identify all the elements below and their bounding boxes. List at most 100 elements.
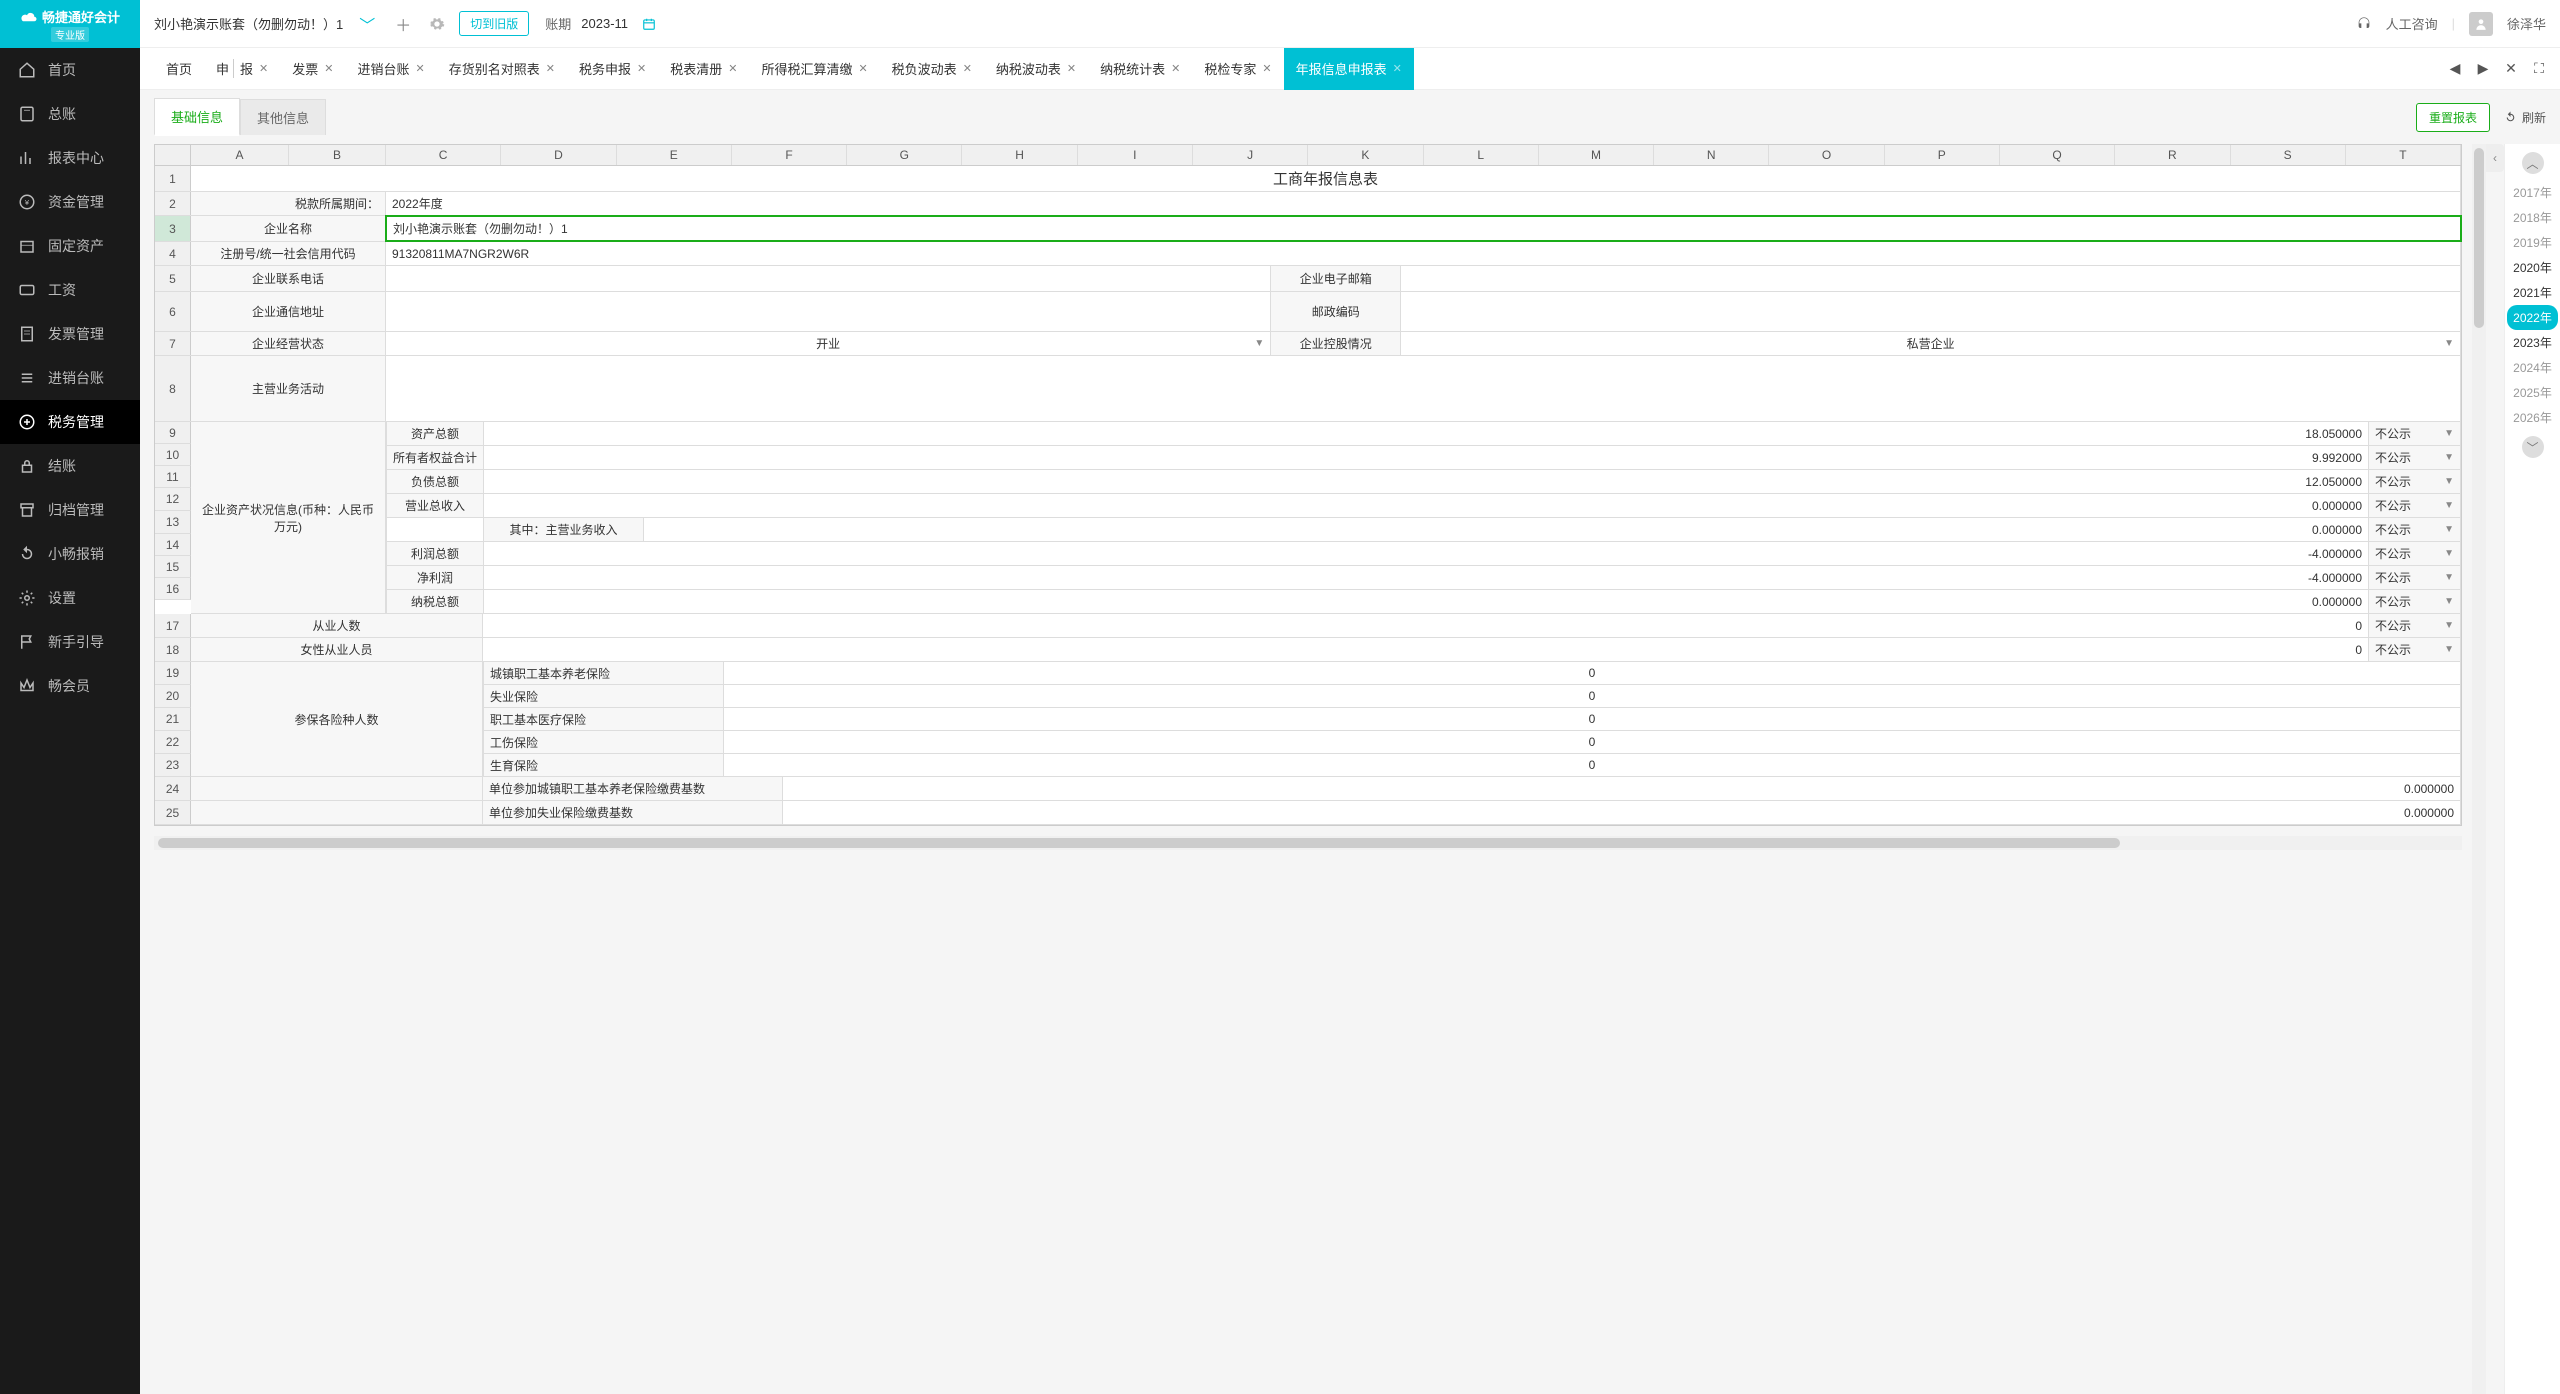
visibility-select[interactable]: 不公示▼: [2369, 542, 2461, 565]
row-header[interactable]: 1: [155, 166, 191, 191]
column-header[interactable]: Q: [2000, 145, 2115, 165]
tab-prev-icon[interactable]: ◀: [2444, 58, 2466, 80]
sidebar-item-report[interactable]: 报表中心: [0, 136, 140, 180]
period-value[interactable]: 2023-11: [581, 16, 628, 31]
visibility-select[interactable]: 不公示▼: [2369, 614, 2461, 637]
year-item[interactable]: 2019年: [2507, 230, 2558, 255]
visibility-select[interactable]: 不公示▼: [2369, 470, 2461, 493]
close-icon[interactable]: ✕: [1067, 62, 1076, 75]
user-name[interactable]: 徐泽华: [2507, 14, 2546, 33]
reset-report-button[interactable]: 重置报表: [2416, 103, 2490, 132]
consult-link[interactable]: 人工咨询: [2386, 14, 2438, 33]
sidebar-item-gl[interactable]: 总账: [0, 92, 140, 136]
row-header[interactable]: 10: [155, 444, 191, 466]
visibility-select[interactable]: 不公示▼: [2369, 590, 2461, 613]
column-header[interactable]: K: [1308, 145, 1423, 165]
close-icon[interactable]: ✕: [416, 62, 425, 75]
sidebar-item-salary[interactable]: 工资: [0, 268, 140, 312]
close-icon[interactable]: ✕: [259, 62, 268, 75]
year-panel-collapse-icon[interactable]: ‹: [2486, 144, 2504, 172]
column-header[interactable]: P: [1885, 145, 2000, 165]
row-header[interactable]: 4: [155, 242, 191, 265]
cell[interactable]: 0.000000: [484, 494, 2369, 517]
column-header[interactable]: D: [501, 145, 616, 165]
year-up-icon[interactable]: ︿: [2522, 152, 2544, 174]
column-header[interactable]: G: [847, 145, 962, 165]
row-header[interactable]: 11: [155, 466, 191, 488]
row-header[interactable]: 12: [155, 488, 191, 511]
close-icon[interactable]: ✕: [546, 62, 555, 75]
row-header[interactable]: 14: [155, 534, 191, 556]
sidebar-item-member[interactable]: 畅会员: [0, 664, 140, 708]
close-icon[interactable]: ✕: [324, 62, 333, 75]
visibility-select[interactable]: 不公示▼: [2369, 566, 2461, 589]
column-header[interactable]: A: [191, 145, 289, 165]
select[interactable]: 私营企业▼: [1401, 332, 2461, 355]
cell[interactable]: [386, 266, 1271, 291]
cell[interactable]: 0: [724, 662, 2461, 684]
column-header[interactable]: T: [2346, 145, 2461, 165]
visibility-select[interactable]: 不公示▼: [2369, 446, 2461, 469]
tab[interactable]: 纳税波动表✕: [984, 48, 1088, 90]
sidebar-item-settings[interactable]: 设置: [0, 576, 140, 620]
cell[interactable]: 18.050000: [484, 422, 2369, 445]
sidebar-item-xc[interactable]: 小畅报销: [0, 532, 140, 576]
row-header[interactable]: 19: [155, 662, 191, 685]
sidebar-item-invoice[interactable]: 发票管理: [0, 312, 140, 356]
row-header[interactable]: 16: [155, 578, 191, 600]
cell[interactable]: [1401, 292, 2461, 331]
year-item[interactable]: 2018年: [2507, 205, 2558, 230]
row-header[interactable]: 18: [155, 638, 191, 661]
horizontal-scrollbar[interactable]: [154, 836, 2462, 850]
cell[interactable]: 0.000000: [783, 777, 2461, 800]
cell[interactable]: 0: [483, 638, 2369, 661]
column-header[interactable]: I: [1078, 145, 1193, 165]
year-item[interactable]: 2023年: [2507, 330, 2558, 355]
gear-icon[interactable]: [425, 12, 449, 36]
column-header[interactable]: J: [1193, 145, 1308, 165]
tab[interactable]: 所得税汇算清缴✕: [749, 48, 879, 90]
account-selector[interactable]: 刘小艳演示账套（勿删勿动！）1: [154, 14, 343, 33]
column-header[interactable]: O: [1769, 145, 1884, 165]
visibility-select[interactable]: 不公示▼: [2369, 638, 2461, 661]
tab[interactable]: 发票✕: [280, 48, 345, 90]
close-icon[interactable]: ✕: [637, 62, 646, 75]
cell[interactable]: [1401, 266, 2461, 291]
cell-selected[interactable]: 刘小艳演示账套（勿删勿动！）1: [385, 215, 2462, 242]
cell[interactable]: -4.000000: [484, 566, 2369, 589]
column-header[interactable]: R: [2115, 145, 2230, 165]
row-header[interactable]: 9: [155, 422, 191, 444]
visibility-select[interactable]: 不公示▼: [2369, 494, 2461, 517]
tab[interactable]: 首页: [154, 48, 204, 90]
row-header[interactable]: 25: [155, 801, 191, 824]
cell[interactable]: 0: [724, 708, 2461, 730]
tab[interactable]: 税负波动表✕: [880, 48, 984, 90]
calendar-icon[interactable]: [638, 13, 660, 35]
column-header[interactable]: C: [386, 145, 501, 165]
close-icon[interactable]: ✕: [858, 62, 867, 75]
switch-old-version-button[interactable]: 切到旧版: [459, 11, 529, 36]
close-icon[interactable]: ✕: [728, 62, 737, 75]
row-header[interactable]: 20: [155, 685, 191, 708]
close-icon[interactable]: ✕: [1393, 62, 1402, 75]
cell[interactable]: 2022年度: [386, 192, 2461, 215]
row-header[interactable]: 2: [155, 192, 191, 215]
cell[interactable]: -4.000000: [484, 542, 2369, 565]
year-item[interactable]: 2021年: [2507, 280, 2558, 305]
tab[interactable]: 进销台账✕: [346, 48, 437, 90]
column-header[interactable]: H: [962, 145, 1077, 165]
visibility-select[interactable]: 不公示▼: [2369, 518, 2461, 541]
row-header[interactable]: 3: [155, 216, 191, 241]
row-header[interactable]: 17: [155, 614, 191, 637]
tab[interactable]: 税务申报✕: [567, 48, 658, 90]
row-header[interactable]: 13: [155, 511, 191, 534]
year-item[interactable]: 2025年: [2507, 380, 2558, 405]
cell[interactable]: 9.992000: [484, 446, 2369, 469]
cell[interactable]: 0.000000: [484, 590, 2369, 613]
cell[interactable]: [386, 292, 1271, 331]
plus-icon[interactable]: ＋: [391, 8, 415, 40]
column-header[interactable]: M: [1539, 145, 1654, 165]
cell[interactable]: [386, 356, 2461, 421]
column-header[interactable]: N: [1654, 145, 1769, 165]
sidebar-item-close[interactable]: 结账: [0, 444, 140, 488]
